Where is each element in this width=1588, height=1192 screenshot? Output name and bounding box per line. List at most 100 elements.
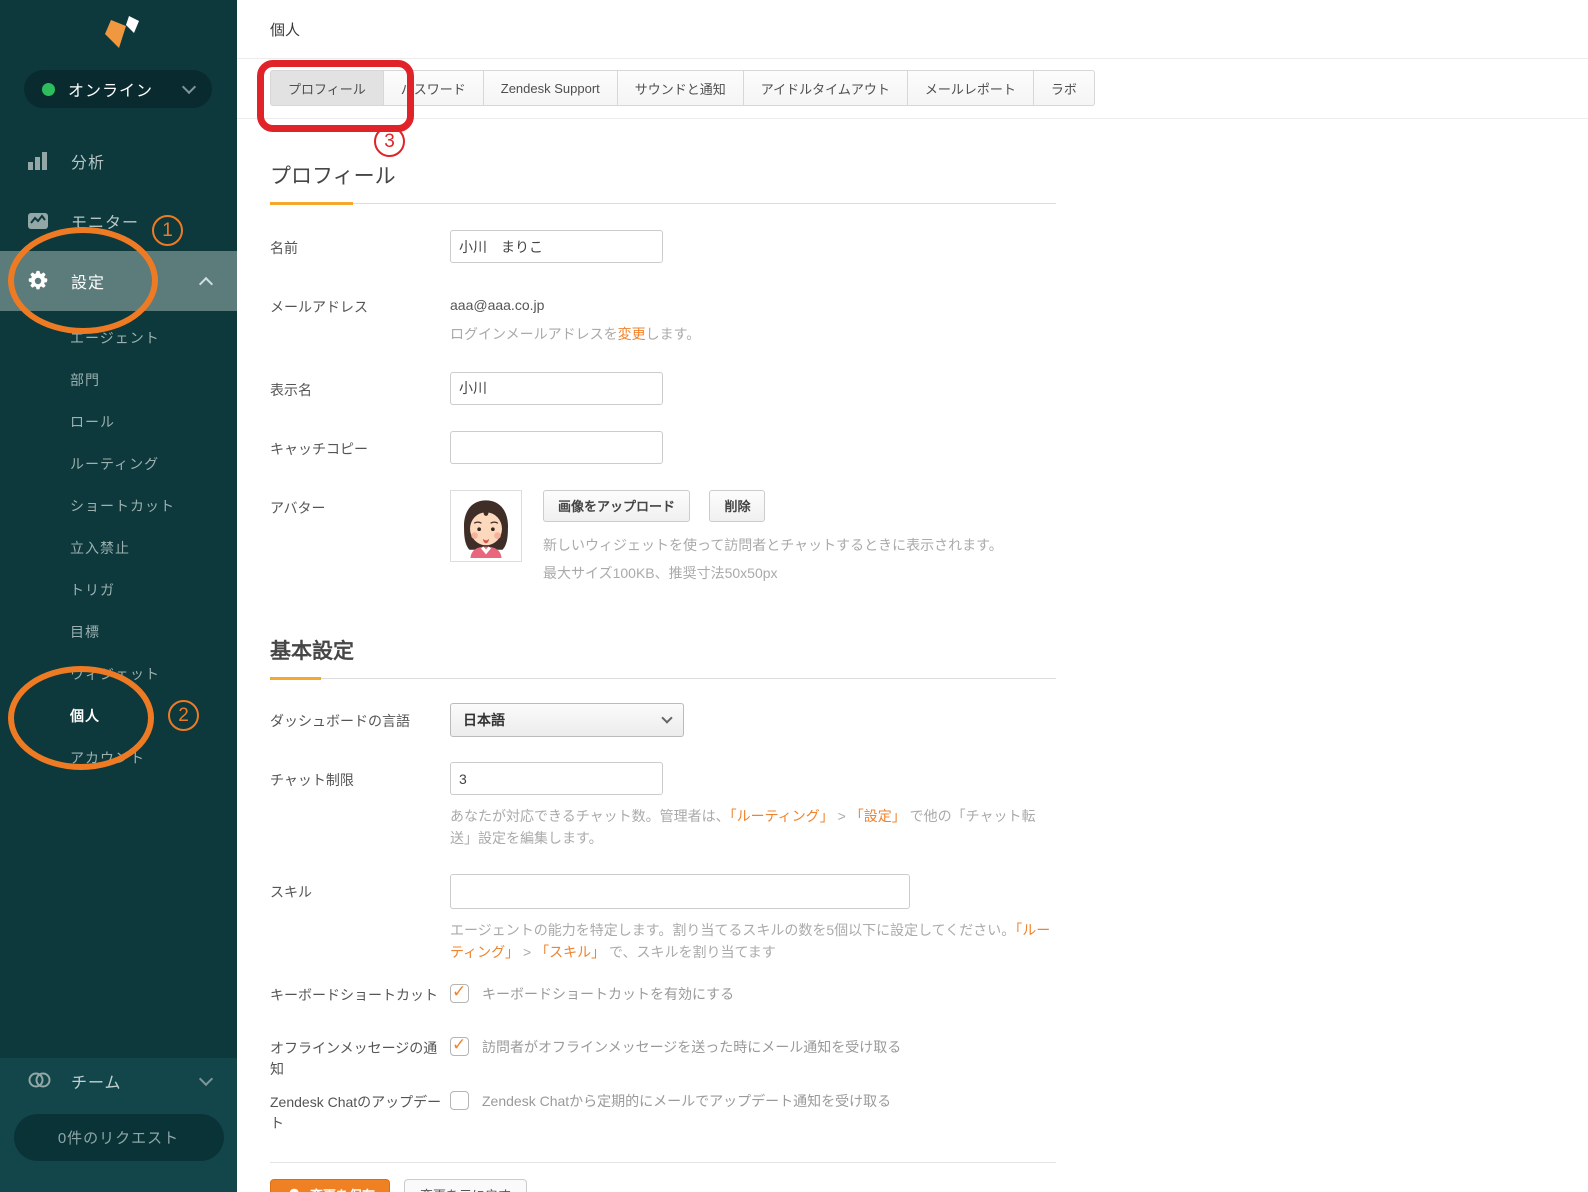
page-title: 個人 bbox=[270, 22, 301, 39]
submenu-item-agents[interactable]: エージェント bbox=[0, 317, 237, 359]
sidebar-item-label: 設定 bbox=[71, 275, 106, 292]
chevron-up-icon bbox=[198, 276, 214, 291]
chevron-down-icon bbox=[181, 79, 197, 95]
updates-checkbox[interactable] bbox=[450, 1090, 469, 1110]
skills-link[interactable]: 「スキル」 bbox=[535, 944, 605, 960]
settings-link[interactable]: 「設定」 bbox=[850, 808, 906, 824]
language-selected-value: 日本語 bbox=[463, 712, 505, 729]
bar-chart-icon bbox=[27, 150, 51, 172]
updates-checkbox-label: Zendesk Chatから定期的にメールでアップデート通知を受け取る bbox=[482, 1092, 892, 1109]
app-window: オンライン 分析 モニター 設定 エージェント 部門 ロール ルーティング ショ… bbox=[0, 0, 1588, 1192]
cloud-upload-icon bbox=[290, 1189, 299, 1192]
heading-accent-bar bbox=[270, 202, 353, 205]
settings-submenu: エージェント 部門 ロール ルーティング ショートカット 立入禁止 トリガ 目標… bbox=[0, 317, 237, 779]
chat-limit-label: チャット制限 bbox=[270, 772, 354, 789]
chat-limit-row: チャット制限 あなたが対応できるチャット数。管理者は、「ルーティング」 > 「設… bbox=[270, 762, 1056, 849]
tab-zendesk-support[interactable]: Zendesk Support bbox=[482, 70, 618, 106]
skills-help: エージェントの能力を特定します。割り当てるスキルの数を5個以下に設定してください… bbox=[450, 922, 1051, 961]
submenu-item-banned[interactable]: 立入禁止 bbox=[0, 527, 237, 569]
catchphrase-row: キャッチコピー bbox=[270, 430, 1056, 464]
updates-row: Zendesk Chatのアップデート Zendesk Chatから定期的にメー… bbox=[270, 1090, 1056, 1134]
team-dropdown[interactable]: チーム bbox=[0, 1058, 237, 1104]
sidebar-nav: 分析 モニター 設定 エージェント 部門 ロール ルーティング ショートカット … bbox=[0, 131, 237, 779]
change-email-link[interactable]: 変更 bbox=[618, 326, 646, 342]
offline-notification-label: オフラインメッセージの通知 bbox=[270, 1039, 438, 1077]
sidebar-item-label: モニター bbox=[71, 215, 140, 232]
tab-labs[interactable]: ラボ bbox=[1032, 70, 1095, 106]
offline-notification-checkbox[interactable] bbox=[450, 1035, 469, 1056]
submenu-item-roles[interactable]: ロール bbox=[0, 401, 237, 443]
sidebar: オンライン 分析 モニター 設定 エージェント 部門 ロール ルーティング ショ… bbox=[0, 0, 237, 1192]
keyboard-shortcuts-checkbox[interactable] bbox=[450, 982, 469, 1003]
offline-notification-row: オフラインメッセージの通知 訪問者がオフラインメッセージを送った時にメール通知を… bbox=[270, 1035, 1056, 1080]
settings-tabbar: プロフィール パスワード Zendesk Support サウンドと通知 アイド… bbox=[237, 58, 1588, 119]
display-name-input[interactable] bbox=[450, 371, 663, 405]
name-input[interactable] bbox=[450, 230, 663, 263]
monitor-icon bbox=[27, 210, 51, 232]
sidebar-dock: チーム 0件のリクエスト bbox=[0, 1058, 237, 1192]
tab-profile[interactable]: プロフィール bbox=[270, 70, 384, 106]
basic-section-heading: 基本設定 bbox=[270, 635, 1056, 681]
avatar-row: アバター 画像をアップロード 削除 新しいウィジェットを使って訪問者とチャットす… bbox=[270, 489, 1056, 585]
display-name-label: 表示名 bbox=[270, 381, 312, 398]
submenu-item-shortcuts[interactable]: ショートカット bbox=[0, 485, 237, 527]
avatar-help-1: 新しいウィジェットを使って訪問者とチャットするときに表示されます。 bbox=[543, 536, 1003, 553]
language-select[interactable]: 日本語 bbox=[450, 703, 684, 738]
keyboard-shortcuts-label: キーボードショートカット bbox=[270, 986, 438, 1003]
skills-input[interactable] bbox=[450, 874, 910, 910]
requests-button[interactable]: 0件のリクエスト bbox=[13, 1114, 224, 1161]
updates-label: Zendesk Chatのアップデート bbox=[270, 1093, 442, 1131]
sidebar-item-settings[interactable]: 設定 bbox=[0, 251, 237, 311]
name-row: 名前 bbox=[270, 230, 1056, 263]
save-changes-button[interactable]: 変更を保存 bbox=[270, 1178, 391, 1192]
profile-section-heading: プロフィール bbox=[270, 160, 1056, 205]
avatar-help-2: 最大サイズ100KB、推奨寸法50x50px bbox=[543, 565, 778, 582]
upload-image-button[interactable]: 画像をアップロード bbox=[543, 489, 691, 522]
avatar-label: アバター bbox=[270, 499, 326, 516]
chevron-down-icon bbox=[198, 1071, 214, 1087]
zendesk-chat-logo-icon bbox=[93, 6, 145, 54]
email-row: メールアドレス aaa@aaa.co.jp ログインメールアドレスを変更します。 bbox=[270, 289, 1056, 346]
submenu-item-triggers[interactable]: トリガ bbox=[0, 569, 237, 611]
email-label: メールアドレス bbox=[270, 299, 368, 315]
sidebar-item-label: 分析 bbox=[71, 155, 106, 172]
tab-password[interactable]: パスワード bbox=[382, 70, 484, 106]
display-name-row: 表示名 bbox=[270, 371, 1056, 405]
submenu-item-widget[interactable]: ウィジェット bbox=[0, 653, 237, 695]
footer-divider bbox=[270, 1161, 1056, 1163]
tab-sounds-notifications[interactable]: サウンドと通知 bbox=[616, 70, 744, 106]
offline-notification-checkbox-label: 訪問者がオフラインメッセージを送った時にメール通知を受け取る bbox=[482, 1038, 902, 1055]
keyboard-shortcuts-row: キーボードショートカット キーボードショートカットを有効にする bbox=[270, 982, 1056, 1006]
chevron-down-icon bbox=[661, 712, 673, 724]
online-status-dropdown[interactable]: オンライン bbox=[24, 70, 212, 108]
submenu-item-personal[interactable]: 個人 bbox=[0, 695, 237, 737]
language-row: ダッシュボードの言語 日本語 bbox=[270, 703, 1056, 738]
language-label: ダッシュボードの言語 bbox=[270, 713, 410, 730]
delete-image-button[interactable]: 削除 bbox=[709, 489, 766, 522]
routing-link[interactable]: 「ルーティング」 bbox=[730, 808, 834, 824]
profile-form: プロフィール 名前 メールアドレス aaa@aaa.co.jp ログインメールア… bbox=[237, 160, 1056, 1192]
submenu-item-departments[interactable]: 部門 bbox=[0, 359, 237, 401]
footer-buttons: 変更を保存 変更を元に戻す bbox=[270, 1178, 1056, 1192]
sidebar-item-monitor[interactable]: モニター bbox=[0, 191, 237, 251]
gear-icon bbox=[27, 270, 51, 292]
team-label: チーム bbox=[71, 1075, 122, 1092]
sidebar-item-analytics[interactable]: 分析 bbox=[0, 131, 237, 191]
skills-row: スキル エージェントの能力を特定します。割り当てるスキルの数を5個以下に設定して… bbox=[270, 874, 1056, 963]
skills-label: スキル bbox=[270, 884, 312, 901]
avatar-image bbox=[450, 489, 522, 562]
submenu-item-account[interactable]: アカウント bbox=[0, 737, 237, 779]
tab-email-reports[interactable]: メールレポート bbox=[906, 70, 1034, 106]
submenu-item-goals[interactable]: 目標 bbox=[0, 611, 237, 653]
online-status-label: オンライン bbox=[68, 83, 154, 100]
submenu-item-routing[interactable]: ルーティング bbox=[0, 443, 237, 485]
name-label: 名前 bbox=[270, 240, 298, 256]
email-value: aaa@aaa.co.jp bbox=[450, 297, 545, 313]
catchphrase-input[interactable] bbox=[450, 430, 663, 464]
undo-changes-button[interactable]: 変更を元に戻す bbox=[404, 1178, 528, 1192]
chat-limit-input[interactable] bbox=[450, 762, 663, 796]
online-dot-icon bbox=[42, 82, 55, 96]
requests-count-label: 0件のリクエスト bbox=[57, 1130, 180, 1147]
chat-limit-help: あなたが対応できるチャット数。管理者は、「ルーティング」 > 「設定」 で他の「… bbox=[450, 808, 1036, 846]
tab-idle-timeout[interactable]: アイドルタイムアウト bbox=[742, 70, 908, 106]
